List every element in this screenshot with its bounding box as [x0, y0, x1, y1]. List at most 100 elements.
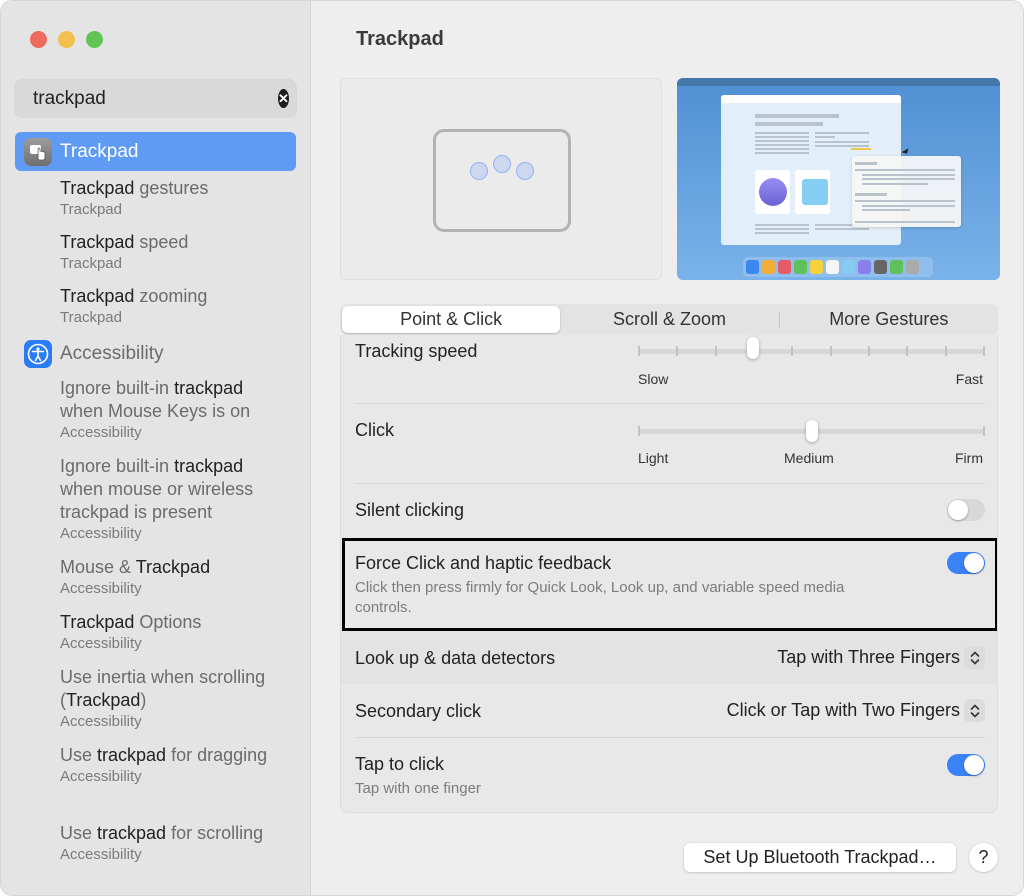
- page-title: Trackpad: [356, 28, 444, 50]
- tracking-speed-label: Tracking speed: [355, 341, 478, 361]
- sidebar: ✕ Trackpad Trackpad gestures Trackpad Tr…: [1, 1, 311, 895]
- slider-tick: [944, 346, 947, 356]
- result-title: Use trackpad for scrolling: [60, 823, 264, 843]
- result-trackpad-gestures[interactable]: Trackpad gestures Trackpad: [1, 177, 311, 231]
- lookup-popup-illustration: [852, 156, 961, 227]
- slider-tick: [791, 346, 794, 356]
- result-title: Use inertia when scrolling (Trackpad): [60, 667, 266, 710]
- result-title: Mouse & Trackpad: [60, 557, 211, 577]
- accessibility-icon: [24, 340, 52, 368]
- secondary-click-select[interactable]: Click or Tap with Two Fingers: [727, 699, 985, 722]
- result-accessibility-item[interactable]: Trackpad Options Accessibility: [1, 611, 311, 666]
- slider-tick: [638, 346, 640, 356]
- slider-tick: [829, 346, 832, 356]
- finger-dot: [470, 162, 488, 180]
- result-title: Ignore built-in trackpad when mouse or w…: [60, 456, 254, 522]
- slider-tick: [983, 346, 985, 356]
- result-category: Trackpad: [60, 201, 122, 218]
- tab-scroll-zoom[interactable]: Scroll & Zoom: [560, 306, 778, 333]
- tab-point-click[interactable]: Point & Click: [342, 306, 561, 333]
- result-accessibility-item[interactable]: Use trackpad for dragging Accessibility: [1, 744, 311, 822]
- search-input[interactable]: [33, 87, 278, 110]
- clear-icon: ✕: [278, 90, 289, 106]
- tap-to-click-toggle[interactable]: [947, 754, 985, 776]
- result-match: Trackpad: [60, 232, 135, 252]
- result-category: Accessibility: [60, 580, 142, 597]
- highlight-box: [342, 538, 997, 631]
- slider-min-label: Slow: [638, 371, 669, 387]
- divider: [355, 483, 985, 484]
- result-title: gestures: [134, 178, 209, 198]
- window-controls: [30, 31, 103, 48]
- main-pane: Trackpad Point & Click Scroll & Zoom Mor…: [312, 1, 1023, 895]
- finger-dot: [493, 155, 511, 173]
- result-accessibility-item[interactable]: Use inertia when scrolling (Trackpad) Acc…: [1, 666, 311, 744]
- result-accessibility-item[interactable]: Mouse & Trackpad Accessibility: [1, 556, 311, 611]
- result-accessibility-item[interactable]: Ignore built-in trackpad when Mouse Keys…: [1, 377, 311, 455]
- tab-bar: Point & Click Scroll & Zoom More Gesture…: [340, 304, 998, 335]
- result-trackpad-speed[interactable]: Trackpad speed Trackpad: [1, 231, 311, 285]
- sidebar-item-label: Trackpad: [60, 140, 139, 162]
- lookup-value: Tap with Three Fingers: [777, 647, 960, 667]
- result-category: Accessibility: [60, 635, 142, 652]
- category-accessibility[interactable]: Accessibility: [1, 339, 311, 369]
- result-accessibility-item[interactable]: Use trackpad for scrolling Accessibility: [1, 822, 311, 877]
- result-title: zooming: [134, 286, 208, 306]
- lookup-video-preview: [677, 78, 1000, 280]
- result-category: Trackpad: [60, 255, 122, 272]
- trackpad-illustration: [433, 129, 571, 232]
- chevron-up-down-icon: [964, 699, 985, 722]
- minimize-button[interactable]: [58, 31, 75, 48]
- slider-tick: [983, 426, 985, 436]
- help-button[interactable]: ?: [969, 843, 998, 872]
- result-match: Trackpad: [60, 286, 135, 306]
- lookup-select[interactable]: Tap with Three Fingers: [777, 646, 985, 669]
- result-title: speed: [134, 232, 189, 252]
- setup-bluetooth-trackpad-button[interactable]: Set Up Bluetooth Trackpad…: [684, 843, 956, 872]
- slider-max-label: Fast: [955, 371, 983, 387]
- sidebar-item-trackpad[interactable]: Trackpad: [15, 132, 296, 171]
- tab-more-gestures[interactable]: More Gestures: [780, 306, 998, 333]
- result-title: Ignore built-in trackpad when Mouse Keys…: [60, 378, 251, 421]
- system-settings-window: ✕ Trackpad Trackpad gestures Trackpad Tr…: [0, 0, 1024, 896]
- tap-to-click-label: Tap to click: [355, 754, 445, 774]
- zoom-button[interactable]: [86, 31, 103, 48]
- divider: [355, 403, 985, 404]
- slider-tick: [868, 346, 870, 356]
- secondary-click-value: Click or Tap with Two Fingers: [726, 700, 960, 720]
- chevron-up-down-icon: [964, 646, 985, 669]
- preview-menubar: [677, 78, 1000, 86]
- result-title: Use trackpad for dragging: [60, 745, 268, 765]
- divider: [355, 737, 985, 738]
- search-field[interactable]: ✕: [14, 79, 297, 118]
- slider-tick: [906, 346, 909, 356]
- close-button[interactable]: [30, 31, 47, 48]
- result-match: Trackpad: [60, 178, 135, 198]
- result-trackpad-zooming[interactable]: Trackpad zooming Trackpad: [1, 285, 311, 327]
- result-category: Trackpad: [60, 309, 122, 326]
- silent-clicking-label: Silent clicking: [355, 500, 465, 520]
- cursor-icon: [901, 148, 911, 156]
- silent-clicking-toggle[interactable]: [947, 499, 985, 521]
- preview-dock: [743, 257, 933, 277]
- slider-knob[interactable]: [746, 337, 759, 359]
- slider-tick: [638, 426, 640, 436]
- result-category: Accessibility: [60, 713, 142, 730]
- tap-to-click-description: Tap with one finger: [355, 780, 481, 797]
- result-category: Accessibility: [60, 768, 142, 785]
- finger-dot: [516, 162, 534, 180]
- slider-light-label: Light: [638, 450, 669, 466]
- slider-tick: [714, 346, 717, 356]
- result-accessibility-item[interactable]: Ignore built-in trackpad when mouse or w…: [1, 455, 311, 556]
- lookup-label: Look up & data detectors: [355, 648, 556, 668]
- slider-medium-label: Medium: [784, 450, 834, 466]
- slider-knob[interactable]: [805, 420, 818, 442]
- tap-to-click-row: Tap to click Tap with one finger: [355, 754, 985, 799]
- clear-search-button[interactable]: ✕: [278, 89, 289, 108]
- click-label: Click: [355, 420, 394, 440]
- slider-tick: [676, 346, 679, 356]
- result-title: Trackpad Options: [60, 612, 202, 632]
- category-label: Accessibility: [60, 343, 164, 364]
- secondary-click-label: Secondary click: [355, 701, 482, 721]
- trackpad-icon: [24, 137, 52, 166]
